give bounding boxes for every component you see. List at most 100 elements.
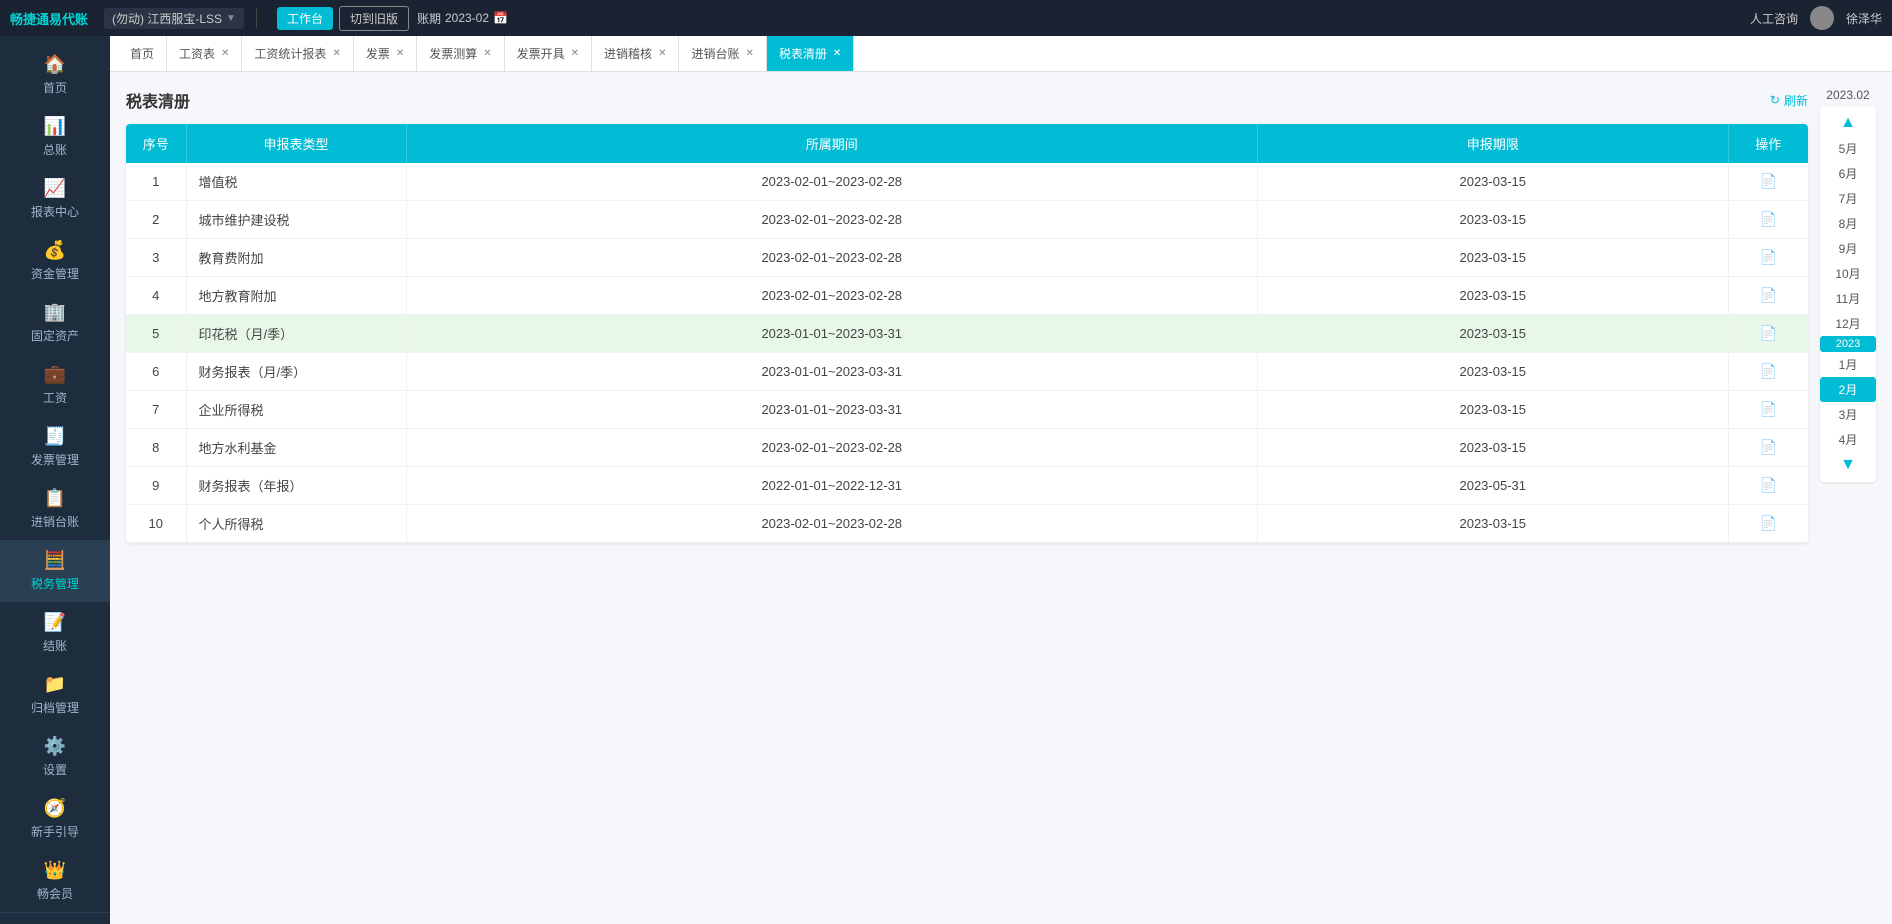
sidebar-item-report[interactable]: 📈 报表中心 xyxy=(0,168,110,230)
cell-action: 📄 xyxy=(1728,201,1808,239)
username[interactable]: 徐泽华 xyxy=(1846,10,1882,27)
nav-down-button[interactable]: ▼ xyxy=(1820,452,1876,478)
sidebar-label-ledger: 总账 xyxy=(43,141,67,158)
sidebar-item-settlement[interactable]: 📝 结账 xyxy=(0,602,110,664)
content-area: 首页 工资表 ✕ 工资统计报表 ✕ 发票 ✕ 发票测算 ✕ 发票开具 ✕ xyxy=(110,36,1892,924)
cell-no: 6 xyxy=(126,353,186,391)
col-header-no: 序号 xyxy=(126,124,186,163)
year-2023-tag: 2023 xyxy=(1820,336,1876,352)
view-icon[interactable]: 📄 xyxy=(1760,439,1777,455)
month-2022-10[interactable]: 10月 xyxy=(1820,261,1876,286)
view-icon[interactable]: 📄 xyxy=(1760,401,1777,417)
table-row: 8 地方水利基金 2023-02-01~2023-02-28 2023-03-1… xyxy=(126,429,1808,467)
tax-icon: 🧮 xyxy=(44,550,66,571)
table-header-row: 序号 申报表类型 所属期间 申报期限 操作 xyxy=(126,124,1808,163)
workbench-button[interactable]: 工作台 xyxy=(277,7,333,30)
view-icon[interactable]: 📄 xyxy=(1760,515,1777,531)
sidebar-label-fixed: 固定资产 xyxy=(31,327,79,344)
tab-invoice[interactable]: 发票 ✕ xyxy=(354,36,417,72)
sidebar-item-fund[interactable]: 💰 资金管理 xyxy=(0,230,110,292)
sidebar-item-member[interactable]: 👑 畅会员 xyxy=(0,850,110,912)
sidebar-item-home[interactable]: 🏠 首页 xyxy=(0,44,110,106)
period-value: 2023-02 xyxy=(445,11,489,25)
tab-salary-table[interactable]: 工资表 ✕ xyxy=(167,36,242,72)
sidebar-label-salary: 工资 xyxy=(43,389,67,406)
tab-purchase-audit[interactable]: 进销稽核 ✕ xyxy=(592,36,679,72)
close-icon[interactable]: ✕ xyxy=(833,48,841,59)
nav-up-button[interactable]: ▲ xyxy=(1820,110,1876,136)
company-selector[interactable]: (勿动) 江西服宝-LSS ▼ xyxy=(104,8,244,29)
sidebar-item-ledger[interactable]: 📊 总账 xyxy=(0,106,110,168)
view-icon[interactable]: 📄 xyxy=(1760,287,1777,303)
month-2022-11[interactable]: 11月 xyxy=(1820,286,1876,311)
month-2023-4[interactable]: 4月 xyxy=(1820,427,1876,452)
sidebar-label-report: 报表中心 xyxy=(31,203,79,220)
table-row: 7 企业所得税 2023-01-01~2023-03-31 2023-03-15… xyxy=(126,391,1808,429)
month-2023-2[interactable]: 2月 xyxy=(1820,377,1876,402)
view-icon[interactable]: 📄 xyxy=(1760,173,1777,189)
cell-type: 城市维护建设税 xyxy=(186,201,406,239)
month-2022-9[interactable]: 9月 xyxy=(1820,236,1876,261)
page-title: 税表清册 xyxy=(126,88,190,112)
view-icon[interactable]: 📄 xyxy=(1760,211,1777,227)
invoice-icon: 🧾 xyxy=(44,426,66,447)
cell-deadline: 2023-03-15 xyxy=(1257,505,1728,543)
col-header-period: 所属期间 xyxy=(406,124,1257,163)
chevron-down-icon: ▼ xyxy=(226,13,236,24)
sidebar-item-fixed[interactable]: 🏢 固定资产 xyxy=(0,292,110,354)
sidebar-item-invoice[interactable]: 🧾 发票管理 xyxy=(0,416,110,478)
close-icon[interactable]: ✕ xyxy=(396,48,404,59)
sidebar-item-settings[interactable]: ⚙️ 设置 xyxy=(0,726,110,788)
sidebar-item-tax[interactable]: 🧮 税务管理 xyxy=(0,540,110,602)
close-icon[interactable]: ✕ xyxy=(332,48,340,59)
month-2022-7[interactable]: 7月 xyxy=(1820,186,1876,211)
right-panel: 2023.02 ▲ 5月 6月 7月 8月 9月 10月 11月 12月 202… xyxy=(1820,88,1876,908)
tab-home[interactable]: 首页 xyxy=(118,36,167,72)
close-icon[interactable]: ✕ xyxy=(571,48,579,59)
tab-bar: 首页 工资表 ✕ 工资统计报表 ✕ 发票 ✕ 发票测算 ✕ 发票开具 ✕ xyxy=(110,36,1892,72)
close-icon[interactable]: ✕ xyxy=(745,48,753,59)
period-label: 账期 xyxy=(417,10,441,27)
close-icon[interactable]: ✕ xyxy=(658,48,666,59)
month-2023-1[interactable]: 1月 xyxy=(1820,352,1876,377)
tab-salary-report[interactable]: 工资统计报表 ✕ xyxy=(242,36,353,72)
sidebar-item-archive[interactable]: 📁 归档管理 xyxy=(0,664,110,726)
view-icon[interactable]: 📄 xyxy=(1760,477,1777,493)
month-2023-3[interactable]: 3月 xyxy=(1820,402,1876,427)
cell-no: 4 xyxy=(126,277,186,315)
sidebar-item-guide[interactable]: 🧭 新手引导 xyxy=(0,788,110,850)
sidebar-label-purchase: 进销台账 xyxy=(31,513,79,530)
tab-tax-register[interactable]: 税表清册 ✕ xyxy=(767,36,854,72)
month-2022-5[interactable]: 5月 xyxy=(1820,136,1876,161)
calendar-icon[interactable]: 📅 xyxy=(493,11,508,25)
month-2022-6[interactable]: 6月 xyxy=(1820,161,1876,186)
cell-no: 8 xyxy=(126,429,186,467)
month-2022-8[interactable]: 8月 xyxy=(1820,211,1876,236)
month-2022-12[interactable]: 12月 xyxy=(1820,311,1876,336)
table-row: 5 印花税（月/季） 2023-01-01~2023-03-31 2023-03… xyxy=(126,315,1808,353)
tab-purchase-ledger[interactable]: 进销台账 ✕ xyxy=(679,36,766,72)
sidebar-item-salary[interactable]: 💼 工资 xyxy=(0,354,110,416)
tab-invoice-calc[interactable]: 发票测算 ✕ xyxy=(417,36,504,72)
view-icon[interactable]: 📄 xyxy=(1760,249,1777,265)
cell-no: 5 xyxy=(126,315,186,353)
switch-old-button[interactable]: 切到旧版 xyxy=(339,6,409,31)
close-icon[interactable]: ✕ xyxy=(221,48,229,59)
cell-no: 2 xyxy=(126,201,186,239)
sidebar-item-purchase[interactable]: 📋 进销台账 xyxy=(0,478,110,540)
close-icon[interactable]: ✕ xyxy=(483,48,491,59)
tax-table: 序号 申报表类型 所属期间 申报期限 操作 1 增值税 2023-02-01~2… xyxy=(126,124,1808,543)
col-header-action: 操作 xyxy=(1728,124,1808,163)
tab-salary-report-label: 工资统计报表 xyxy=(254,45,326,62)
home-icon: 🏠 xyxy=(44,54,66,75)
view-icon[interactable]: 📄 xyxy=(1760,325,1777,341)
current-period-label: 2023.02 xyxy=(1826,88,1869,102)
tab-purchase-ledger-label: 进销台账 xyxy=(691,45,739,62)
cell-action: 📄 xyxy=(1728,467,1808,505)
cell-type: 财务报表（年报） xyxy=(186,467,406,505)
human-consult[interactable]: 人工咨询 xyxy=(1750,10,1798,27)
view-icon[interactable]: 📄 xyxy=(1760,363,1777,379)
tab-invoice-open[interactable]: 发票开具 ✕ xyxy=(505,36,592,72)
refresh-button[interactable]: ↻ 刷新 xyxy=(1770,92,1808,109)
cell-deadline: 2023-03-15 xyxy=(1257,239,1728,277)
